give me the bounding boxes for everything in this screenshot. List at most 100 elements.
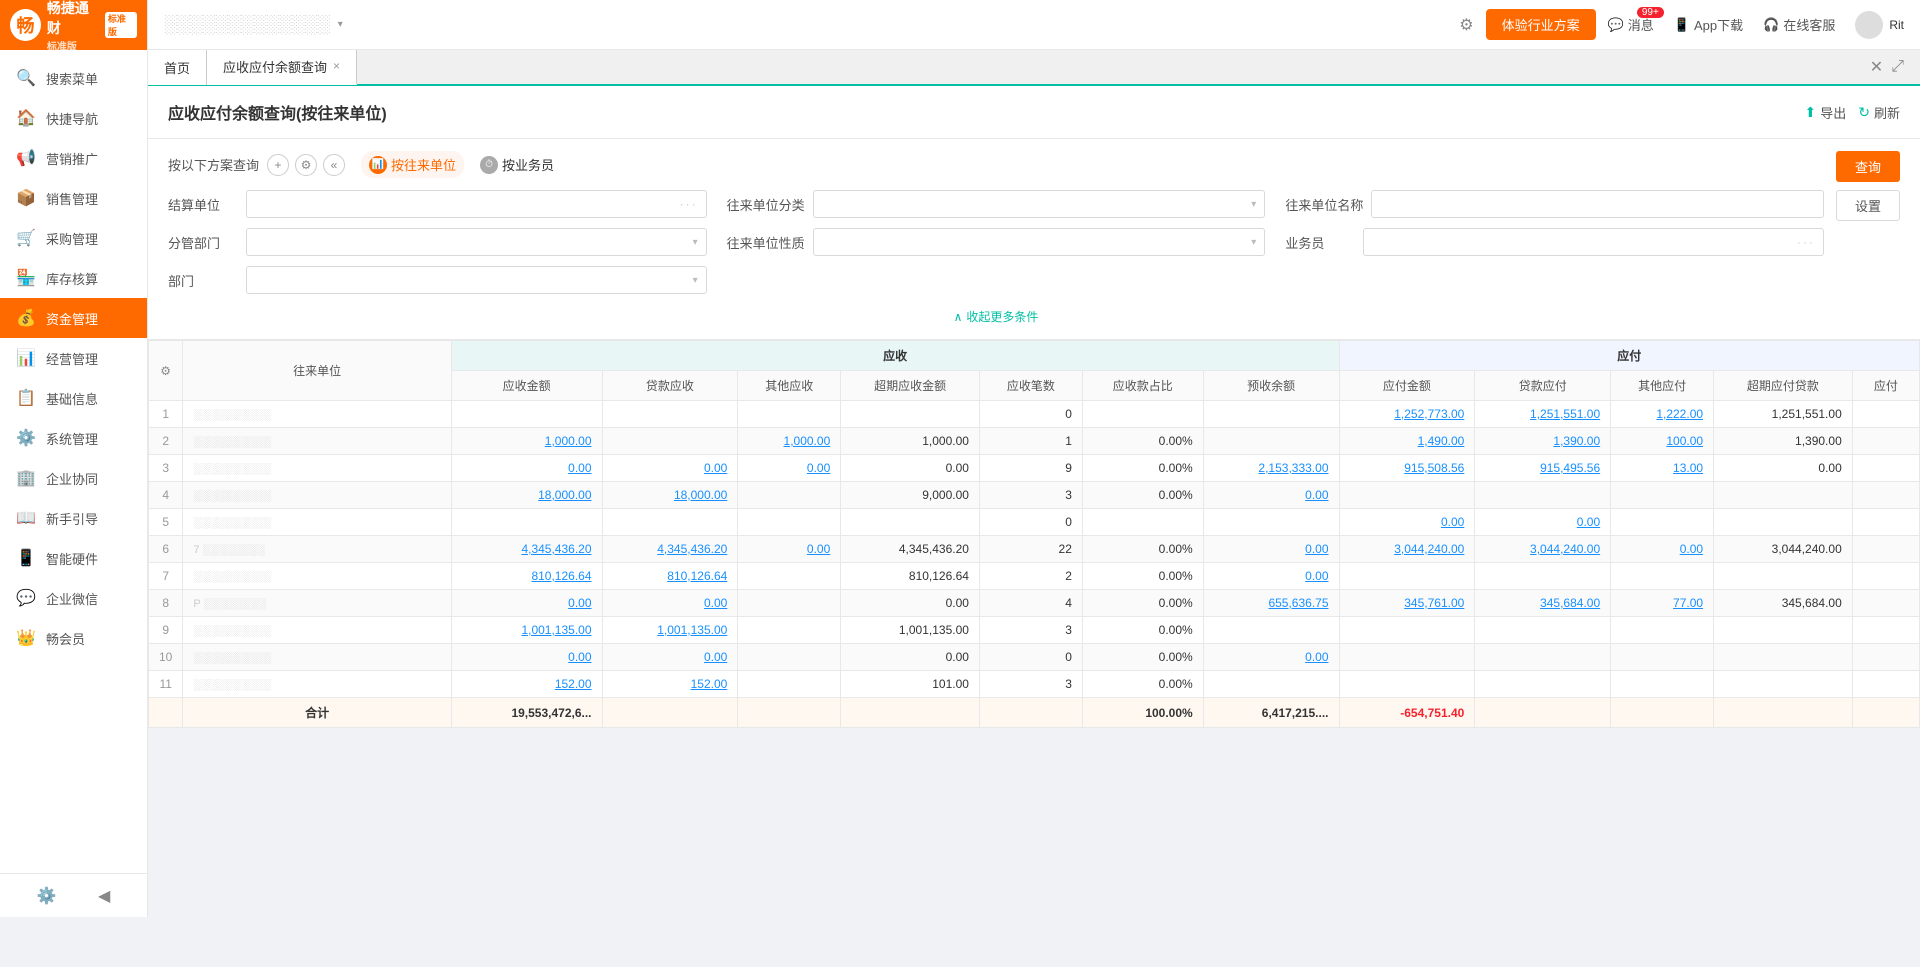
tab-home[interactable]: 首页 xyxy=(148,49,207,85)
table-cell xyxy=(1852,644,1919,671)
tab-close-window-icon[interactable]: ✕ xyxy=(1870,57,1883,77)
table-cell[interactable]: 1,001,135.00 xyxy=(451,617,602,644)
table-cell[interactable]: 1,390.00 xyxy=(1475,428,1611,455)
table-cell[interactable]: 655,636.75 xyxy=(1203,590,1339,617)
table-cell[interactable]: 1,001,135.00 xyxy=(602,617,738,644)
table-cell[interactable]: 100.00 xyxy=(1611,428,1714,455)
logo-title: 畅捷通财 xyxy=(47,0,101,38)
salesman-input[interactable]: ··· xyxy=(1363,228,1824,256)
table-cell[interactable]: 0.00 xyxy=(451,455,602,482)
settings-scheme-icon[interactable]: ⚙ xyxy=(295,154,317,176)
sidebar-item-weixin[interactable]: 💬企业微信 xyxy=(0,578,147,618)
app-download-item[interactable]: 📱 App下载 xyxy=(1674,15,1743,34)
sidebar-item-member[interactable]: 👑畅会员 xyxy=(0,618,147,658)
table-cell[interactable]: 0.00 xyxy=(1203,563,1339,590)
table-cell[interactable]: 345,684.00 xyxy=(1475,590,1611,617)
collapse-button[interactable]: ∧ 收起更多条件 xyxy=(954,302,1039,327)
table-cell[interactable]: 1,000.00 xyxy=(451,428,602,455)
table-cell xyxy=(1082,509,1203,536)
table-cell[interactable]: 0.00 xyxy=(1611,536,1714,563)
table-cell[interactable]: 18,000.00 xyxy=(451,482,602,509)
table-cell[interactable]: 0.00 xyxy=(738,455,841,482)
table-row: 8 P ░░░░░░░░ 0.00 0.00 0.00 4 0.00% 655,… xyxy=(149,590,1920,617)
table-cell xyxy=(451,509,602,536)
tab-balance-query[interactable]: 应收应付余额查询 × xyxy=(207,49,357,85)
th-receivable-count: 应收笔数 xyxy=(979,371,1082,401)
collapse-scheme-icon[interactable]: « xyxy=(323,154,345,176)
export-button[interactable]: ⬆ 导出 xyxy=(1805,103,1847,122)
sidebar-item-search[interactable]: 🔍搜索菜单 xyxy=(0,58,147,98)
sidebar-item-sales[interactable]: 📦销售管理 xyxy=(0,178,147,218)
tab-expand-icon[interactable]: ⤢ xyxy=(1891,58,1904,76)
sidebar-item-operation[interactable]: 📊经营管理 xyxy=(0,338,147,378)
table-cell[interactable]: 0.00 xyxy=(1203,644,1339,671)
table-cell[interactable]: 0.00 xyxy=(602,590,738,617)
table-cell xyxy=(1611,509,1714,536)
service-item[interactable]: 🎧 在线客服 xyxy=(1763,15,1835,34)
sidebar-item-corp[interactable]: 🏢企业协同 xyxy=(0,458,147,498)
table-cell[interactable]: 0.00 xyxy=(1339,509,1475,536)
col-settings[interactable]: ⚙ xyxy=(149,341,183,401)
sidebar-item-nav[interactable]: 🏠快捷导航 xyxy=(0,98,147,138)
sidebar-item-guide[interactable]: 📖新手引导 xyxy=(0,498,147,538)
table-cell[interactable]: 2,153,333.00 xyxy=(1203,455,1339,482)
table-cell[interactable]: 3,044,240.00 xyxy=(1475,536,1611,563)
table-cell[interactable]: 915,495.56 xyxy=(1475,455,1611,482)
partner-name-input[interactable] xyxy=(1371,190,1824,218)
table-cell[interactable]: 0.00 xyxy=(1475,509,1611,536)
table-cell[interactable]: 1,490.00 xyxy=(1339,428,1475,455)
table-cell[interactable]: 810,126.64 xyxy=(602,563,738,590)
table-cell[interactable]: 0.00 xyxy=(602,644,738,671)
table-cell[interactable]: 0.00 xyxy=(1203,536,1339,563)
sidebar-item-system[interactable]: ⚙️系统管理 xyxy=(0,418,147,458)
dept-select[interactable]: ▾ xyxy=(246,228,707,256)
partner-category-select[interactable]: ▾ xyxy=(813,190,1266,218)
table-cell[interactable]: 345,761.00 xyxy=(1339,590,1475,617)
message-item[interactable]: 💬 消息 99+ xyxy=(1608,15,1654,34)
table-cell[interactable]: 1,252,773.00 xyxy=(1339,401,1475,428)
table-cell[interactable]: 1,251,551.00 xyxy=(1475,401,1611,428)
table-cell[interactable]: 1,222.00 xyxy=(1611,401,1714,428)
settings-footer-icon[interactable]: ⚙️ xyxy=(37,886,57,906)
filter-settings-button[interactable]: 设置 xyxy=(1836,190,1900,221)
sidebar-item-purchase[interactable]: 🛒采购管理 xyxy=(0,218,147,258)
table-cell[interactable]: 3,044,240.00 xyxy=(1339,536,1475,563)
refresh-button[interactable]: ↻ 刷新 xyxy=(1858,103,1900,122)
sidebar-item-basic[interactable]: 📋基础信息 xyxy=(0,378,147,418)
table-cell[interactable]: 915,508.56 xyxy=(1339,455,1475,482)
add-scheme-icon[interactable]: + xyxy=(267,154,289,176)
sidebar-item-finance[interactable]: 💰资金管理 xyxy=(0,298,147,338)
table-cell[interactable]: 810,126.64 xyxy=(451,563,602,590)
table-cell[interactable]: 4,345,436.20 xyxy=(602,536,738,563)
sidebar-item-marketing[interactable]: 📢营销推广 xyxy=(0,138,147,178)
filter-field-salesman: 业务员 ··· xyxy=(1285,228,1824,256)
scheme-by-company[interactable]: 📊 按往来单位 xyxy=(361,151,464,178)
table-cell[interactable]: 18,000.00 xyxy=(602,482,738,509)
user-area[interactable]: Rit xyxy=(1855,11,1904,39)
partner-nature-select[interactable]: ▾ xyxy=(813,228,1266,256)
table-cell[interactable]: 4,345,436.20 xyxy=(451,536,602,563)
table-cell[interactable]: 0.00 xyxy=(451,590,602,617)
sidebar-item-stock[interactable]: 🏪库存核算 xyxy=(0,258,147,298)
collapse-footer-icon[interactable]: ◀ xyxy=(98,886,110,906)
scheme-staff-icon: ⏱ xyxy=(480,156,498,174)
table-cell[interactable]: 1,000.00 xyxy=(738,428,841,455)
query-button[interactable]: 查询 xyxy=(1836,151,1900,182)
table-cell[interactable]: 13.00 xyxy=(1611,455,1714,482)
sidebar-item-hardware[interactable]: 📱智能硬件 xyxy=(0,538,147,578)
settlement-input[interactable]: ··· xyxy=(246,190,707,218)
table-cell[interactable]: 0.00 xyxy=(738,536,841,563)
promo-button[interactable]: 体验行业方案 xyxy=(1486,9,1596,40)
table-cell[interactable]: 0.00 xyxy=(1203,482,1339,509)
table-cell[interactable]: 0.00 xyxy=(602,455,738,482)
header-settings-icon[interactable]: ⚙ xyxy=(1459,15,1473,35)
subdept-select[interactable]: ▾ xyxy=(246,266,707,294)
tab-close-icon[interactable]: × xyxy=(333,59,340,73)
table-cell[interactable]: 152.00 xyxy=(451,671,602,698)
filter-scheme-row: 按以下方案查询 + ⚙ « 📊 按往来单位 ⏱ 按业务员 xyxy=(168,151,1824,178)
th-loan-payable: 贷款应付 xyxy=(1475,371,1611,401)
table-cell[interactable]: 152.00 xyxy=(602,671,738,698)
table-cell[interactable]: 0.00 xyxy=(451,644,602,671)
scheme-by-staff[interactable]: ⏱ 按业务员 xyxy=(472,151,562,178)
table-cell[interactable]: 77.00 xyxy=(1611,590,1714,617)
